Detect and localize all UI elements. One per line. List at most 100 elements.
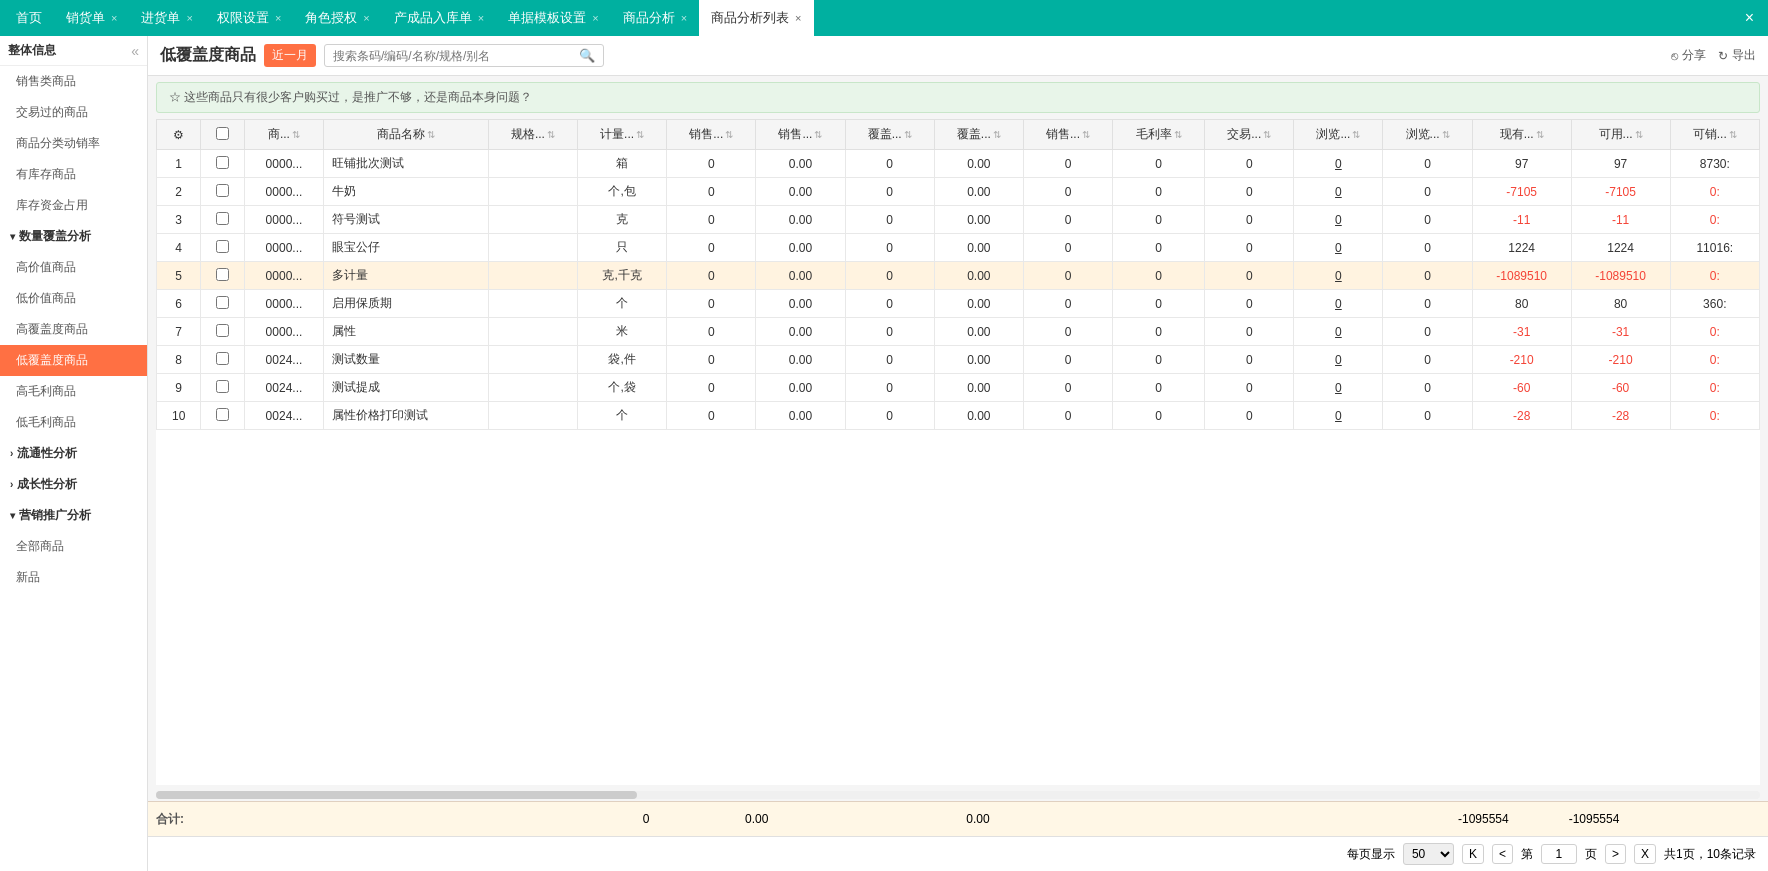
row-browse1[interactable]: 0 [1294, 206, 1383, 234]
row-browse1[interactable]: 0 [1294, 150, 1383, 178]
row-select-checkbox[interactable] [216, 212, 229, 225]
row-browse1[interactable]: 0 [1294, 234, 1383, 262]
col-checkbox[interactable] [201, 120, 245, 150]
close-all-button[interactable]: × [1735, 9, 1764, 27]
nav-finished-goods[interactable]: 产成品入库单 × [382, 0, 496, 36]
col-saleable[interactable]: 可销...⇅ [1670, 120, 1759, 150]
col-current[interactable]: 现有...⇅ [1472, 120, 1571, 150]
row-checkbox[interactable] [201, 318, 245, 346]
nav-home[interactable]: 首页 [4, 0, 54, 36]
sidebar-group-coverage[interactable]: ▾ 数量覆盖分析 [0, 221, 147, 252]
sidebar-item-high-value[interactable]: 高价值商品 [0, 252, 147, 283]
row-browse1[interactable]: 0 [1294, 374, 1383, 402]
sidebar-item-low-value[interactable]: 低价值商品 [0, 283, 147, 314]
col-gross-rate[interactable]: 毛利率⇅ [1113, 120, 1205, 150]
col-spec[interactable]: 规格...⇅ [488, 120, 577, 150]
row-select-checkbox[interactable] [216, 352, 229, 365]
row-browse1[interactable]: 0 [1294, 318, 1383, 346]
row-checkbox[interactable] [201, 234, 245, 262]
row-browse1[interactable]: 0 [1294, 262, 1383, 290]
row-select-checkbox[interactable] [216, 324, 229, 337]
nav-sales-order[interactable]: 销货单 × [54, 0, 129, 36]
row-select-checkbox[interactable] [216, 156, 229, 169]
col-sales-amt[interactable]: 销售...⇅ [756, 120, 845, 150]
sidebar-item-in-stock[interactable]: 有库存商品 [0, 159, 147, 190]
row-browse1[interactable]: 0 [1294, 402, 1383, 430]
row-checkbox[interactable] [201, 374, 245, 402]
close-icon[interactable]: × [795, 12, 801, 24]
nav-role-auth[interactable]: 角色授权 × [293, 0, 381, 36]
col-sales-cnt[interactable]: 销售...⇅ [1023, 120, 1112, 150]
prev-page-button[interactable]: < [1492, 844, 1513, 864]
scrollbar-thumb[interactable] [156, 791, 637, 799]
export-button[interactable]: ↻ 导出 [1718, 47, 1756, 64]
col-name[interactable]: 商品名称⇅ [323, 120, 488, 150]
row-select-checkbox[interactable] [216, 184, 229, 197]
close-icon[interactable]: × [478, 12, 484, 24]
sidebar-item-all-products[interactable]: 全部商品 [0, 531, 147, 562]
row-checkbox[interactable] [201, 290, 245, 318]
row-checkbox[interactable] [201, 150, 245, 178]
row-select-checkbox[interactable] [216, 408, 229, 421]
row-select-checkbox[interactable] [216, 380, 229, 393]
nav-purchase[interactable]: 进货单 × [129, 0, 204, 36]
row-select-checkbox[interactable] [216, 240, 229, 253]
sidebar-group-marketing[interactable]: ▾ 营销推广分析 [0, 500, 147, 531]
row-checkbox[interactable] [201, 178, 245, 206]
close-icon[interactable]: × [363, 12, 369, 24]
sidebar-item-category-rate[interactable]: 商品分类动销率 [0, 128, 147, 159]
row-checkbox[interactable] [201, 402, 245, 430]
col-cov2[interactable]: 覆盖...⇅ [934, 120, 1023, 150]
page-size-select[interactable]: 50 100 200 [1403, 843, 1454, 865]
col-code[interactable]: 商...⇅ [245, 120, 323, 150]
sidebar-item-high-coverage[interactable]: 高覆盖度商品 [0, 314, 147, 345]
col-available[interactable]: 可用...⇅ [1571, 120, 1670, 150]
row-select-checkbox[interactable] [216, 268, 229, 281]
close-icon[interactable]: × [275, 12, 281, 24]
row-browse1[interactable]: 0 [1294, 346, 1383, 374]
row-browse1[interactable]: 0 [1294, 178, 1383, 206]
sidebar-item-new-products[interactable]: 新品 [0, 562, 147, 593]
col-sales-qty[interactable]: 销售...⇅ [667, 120, 756, 150]
sidebar-item-stock-capital[interactable]: 库存资金占用 [0, 190, 147, 221]
row-checkbox[interactable] [201, 262, 245, 290]
close-icon[interactable]: × [186, 12, 192, 24]
sidebar-group-flow[interactable]: › 流通性分析 [0, 438, 147, 469]
select-all-checkbox[interactable] [216, 127, 229, 140]
nav-permissions[interactable]: 权限设置 × [205, 0, 293, 36]
sidebar-item-high-margin[interactable]: 高毛利商品 [0, 376, 147, 407]
sidebar-item-sales-products[interactable]: 销售类商品 [0, 66, 147, 97]
sidebar-section-general: 整体信息 [8, 42, 56, 59]
row-checkbox[interactable] [201, 346, 245, 374]
date-filter-button[interactable]: 近一月 [264, 44, 316, 67]
sidebar-item-low-coverage[interactable]: 低覆盖度商品 [0, 345, 147, 376]
share-button[interactable]: ⎋ 分享 [1671, 47, 1706, 64]
sidebar-item-low-margin[interactable]: 低毛利商品 [0, 407, 147, 438]
col-settings[interactable]: ⚙ [157, 120, 201, 150]
row-sales-cnt: 0 [1023, 206, 1112, 234]
row-select-checkbox[interactable] [216, 296, 229, 309]
row-browse1[interactable]: 0 [1294, 290, 1383, 318]
search-input[interactable] [333, 49, 579, 63]
sidebar-group-growth[interactable]: › 成长性分析 [0, 469, 147, 500]
col-cov1[interactable]: 覆盖...⇅ [845, 120, 934, 150]
col-unit[interactable]: 计量...⇅ [578, 120, 667, 150]
row-checkbox[interactable] [201, 206, 245, 234]
sidebar-item-traded-products[interactable]: 交易过的商品 [0, 97, 147, 128]
close-icon[interactable]: × [592, 12, 598, 24]
close-icon[interactable]: × [111, 12, 117, 24]
col-browse2[interactable]: 浏览...⇅ [1383, 120, 1472, 150]
col-trade[interactable]: 交易...⇅ [1205, 120, 1294, 150]
next-page-button[interactable]: > [1605, 844, 1626, 864]
nav-product-analysis[interactable]: 商品分析 × [611, 0, 699, 36]
nav-product-analysis-list[interactable]: 商品分析列表 × [699, 0, 813, 36]
current-page-input[interactable] [1541, 844, 1577, 864]
first-page-button[interactable]: K [1462, 844, 1484, 864]
nav-template-settings[interactable]: 单据模板设置 × [496, 0, 610, 36]
data-table-container[interactable]: ⚙ 商...⇅ 商品名称⇅ 规格...⇅ 计量...⇅ 销售...⇅ 销售...… [156, 119, 1760, 785]
last-page-button[interactable]: X [1634, 844, 1656, 864]
sidebar-collapse-btn[interactable]: « [131, 43, 139, 59]
close-icon[interactable]: × [681, 12, 687, 24]
col-browse1[interactable]: 浏览...⇅ [1294, 120, 1383, 150]
horizontal-scrollbar[interactable] [156, 791, 1760, 799]
